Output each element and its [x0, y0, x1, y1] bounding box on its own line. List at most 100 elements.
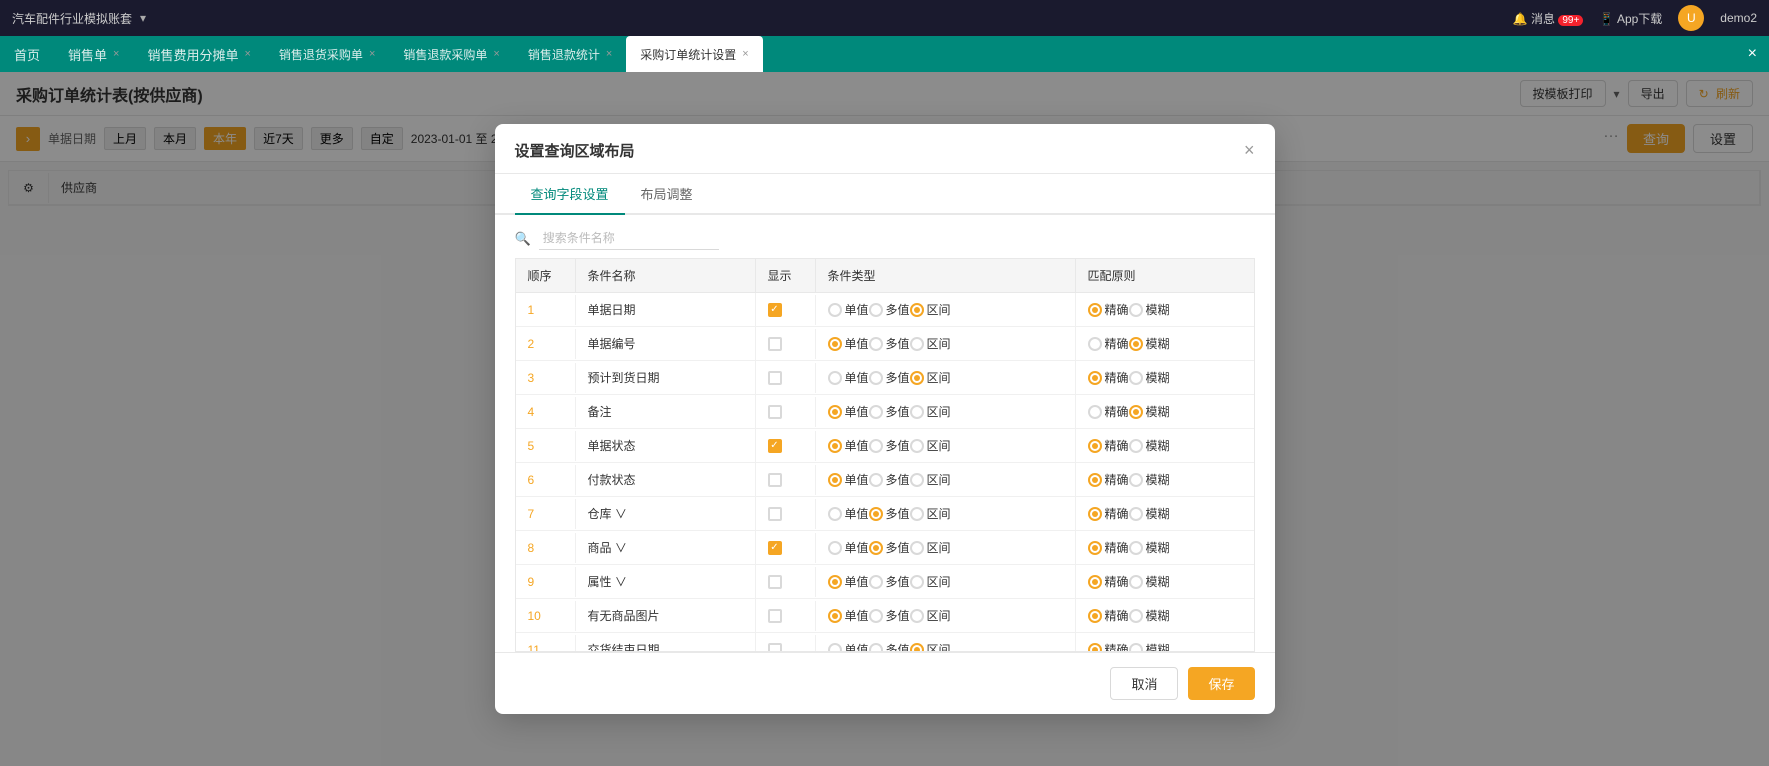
- match-radio-精确[interactable]: 精确: [1088, 641, 1129, 652]
- type-radio-多值[interactable]: 多值: [869, 573, 910, 590]
- match-radio-模糊[interactable]: 模糊: [1129, 607, 1170, 624]
- user-avatar[interactable]: U: [1678, 5, 1704, 31]
- match-radio-模糊[interactable]: 模糊: [1129, 573, 1170, 590]
- cell-order: 3: [516, 363, 576, 393]
- match-radio-精确[interactable]: 精确: [1088, 437, 1129, 454]
- type-radio-区间[interactable]: 区间: [910, 607, 951, 624]
- type-radio-单值[interactable]: 单值: [828, 573, 869, 590]
- type-radio-单值[interactable]: 单值: [828, 539, 869, 556]
- match-radio-精确[interactable]: 精确: [1088, 301, 1129, 318]
- display-checkbox[interactable]: [768, 473, 782, 487]
- type-radio-单值[interactable]: 单值: [828, 403, 869, 420]
- close-tab-sales-refund[interactable]: ×: [493, 48, 499, 60]
- type-radio-单值[interactable]: 单值: [828, 335, 869, 352]
- type-radio-单值[interactable]: 单值: [828, 607, 869, 624]
- type-radio-区间[interactable]: 区间: [910, 369, 951, 386]
- display-checkbox[interactable]: [768, 303, 782, 317]
- cell-match: 精确 模糊: [1076, 429, 1255, 462]
- cell-type: 单值 多值 区间: [816, 429, 1076, 462]
- type-radio-区间[interactable]: 区间: [910, 471, 951, 488]
- match-radio-模糊[interactable]: 模糊: [1129, 539, 1170, 556]
- type-radio-单值[interactable]: 单值: [828, 471, 869, 488]
- type-radio-单值[interactable]: 单值: [828, 437, 869, 454]
- close-tab-sales[interactable]: ×: [113, 48, 119, 60]
- type-radio-区间[interactable]: 区间: [910, 641, 951, 652]
- th-display: 显示: [756, 259, 816, 292]
- type-radio-区间[interactable]: 区间: [910, 335, 951, 352]
- modal-search-area: 🔍: [495, 215, 1275, 258]
- type-radio-多值[interactable]: 多值: [869, 335, 910, 352]
- type-radio-区间[interactable]: 区间: [910, 403, 951, 420]
- download-btn[interactable]: 📱 App下载: [1599, 10, 1662, 27]
- type-radio-区间[interactable]: 区间: [910, 437, 951, 454]
- tab-sales-refund[interactable]: 销售退款采购单 ×: [389, 36, 513, 72]
- modal-close-btn[interactable]: ×: [1244, 140, 1255, 173]
- display-checkbox[interactable]: [768, 405, 782, 419]
- match-radio-精确[interactable]: 精确: [1088, 471, 1129, 488]
- type-radio-多值[interactable]: 多值: [869, 539, 910, 556]
- match-radio-模糊[interactable]: 模糊: [1129, 471, 1170, 488]
- match-radio-精确[interactable]: 精确: [1088, 607, 1129, 624]
- match-radio-模糊[interactable]: 模糊: [1129, 301, 1170, 318]
- tab-sales[interactable]: 销售单 ×: [54, 36, 133, 72]
- match-radio-模糊[interactable]: 模糊: [1129, 403, 1170, 420]
- tab-purchase-order[interactable]: 采购订单统计设置 ×: [626, 36, 762, 72]
- display-checkbox[interactable]: [768, 337, 782, 351]
- match-radio-模糊[interactable]: 模糊: [1129, 335, 1170, 352]
- match-radio-精确[interactable]: 精确: [1088, 505, 1129, 522]
- tab-sales-return[interactable]: 销售退货采购单 ×: [265, 36, 389, 72]
- modal-tab-layout[interactable]: 布局调整: [625, 174, 709, 215]
- notification-badge: 99+: [1558, 15, 1583, 26]
- match-radio-精确[interactable]: 精确: [1088, 403, 1129, 420]
- save-button[interactable]: 保存: [1188, 667, 1254, 700]
- username[interactable]: demo2: [1720, 11, 1757, 25]
- match-radio-模糊[interactable]: 模糊: [1129, 369, 1170, 386]
- close-tab-sales-return[interactable]: ×: [369, 48, 375, 60]
- match-radio-精确[interactable]: 精确: [1088, 369, 1129, 386]
- type-radio-单值[interactable]: 单值: [828, 369, 869, 386]
- type-radio-单值[interactable]: 单值: [828, 301, 869, 318]
- tab-sales-expense[interactable]: 销售费用分摊单 ×: [133, 36, 264, 72]
- type-radio-多值[interactable]: 多值: [869, 369, 910, 386]
- match-radio-精确[interactable]: 精确: [1088, 335, 1129, 352]
- type-radio-多值[interactable]: 多值: [869, 437, 910, 454]
- close-tab-purchase-order[interactable]: ×: [742, 48, 748, 60]
- close-all-tabs[interactable]: ×: [1748, 45, 1769, 63]
- cell-name: 商品 ∨: [576, 531, 756, 564]
- type-radio-区间[interactable]: 区间: [910, 505, 951, 522]
- match-radio-模糊[interactable]: 模糊: [1129, 505, 1170, 522]
- display-checkbox[interactable]: [768, 609, 782, 623]
- display-checkbox[interactable]: [768, 371, 782, 385]
- tab-home[interactable]: 首页: [0, 36, 54, 72]
- match-radio-模糊[interactable]: 模糊: [1129, 437, 1170, 454]
- modal-tab-query-fields[interactable]: 查询字段设置: [515, 174, 625, 215]
- type-radio-单值[interactable]: 单值: [828, 505, 869, 522]
- type-radio-多值[interactable]: 多值: [869, 641, 910, 652]
- type-radio-多值[interactable]: 多值: [869, 403, 910, 420]
- th-order: 顺序: [516, 259, 576, 292]
- type-radio-多值[interactable]: 多值: [869, 607, 910, 624]
- close-tab-sales-expense[interactable]: ×: [244, 48, 250, 60]
- type-radio-区间[interactable]: 区间: [910, 573, 951, 590]
- display-checkbox[interactable]: [768, 507, 782, 521]
- type-radio-区间[interactable]: 区间: [910, 539, 951, 556]
- display-checkbox[interactable]: [768, 643, 782, 653]
- display-checkbox[interactable]: [768, 575, 782, 589]
- search-input[interactable]: [539, 227, 719, 250]
- table-row: 6付款状态 单值 多值 区间 精确 模糊: [516, 463, 1254, 497]
- cancel-button[interactable]: 取消: [1110, 667, 1178, 700]
- cell-match: 精确 模糊: [1076, 599, 1255, 632]
- match-radio-模糊[interactable]: 模糊: [1129, 641, 1170, 652]
- type-radio-多值[interactable]: 多值: [869, 471, 910, 488]
- close-tab-sales-stats[interactable]: ×: [606, 48, 612, 60]
- type-radio-多值[interactable]: 多值: [869, 301, 910, 318]
- type-radio-多值[interactable]: 多值: [869, 505, 910, 522]
- display-checkbox[interactable]: [768, 541, 782, 555]
- tab-sales-stats[interactable]: 销售退款统计 ×: [514, 36, 626, 72]
- display-checkbox[interactable]: [768, 439, 782, 453]
- type-radio-单值[interactable]: 单值: [828, 641, 869, 652]
- match-radio-精确[interactable]: 精确: [1088, 539, 1129, 556]
- type-radio-区间[interactable]: 区间: [910, 301, 951, 318]
- notification-btn[interactable]: 🔔 消息 99+: [1513, 10, 1584, 27]
- match-radio-精确[interactable]: 精确: [1088, 573, 1129, 590]
